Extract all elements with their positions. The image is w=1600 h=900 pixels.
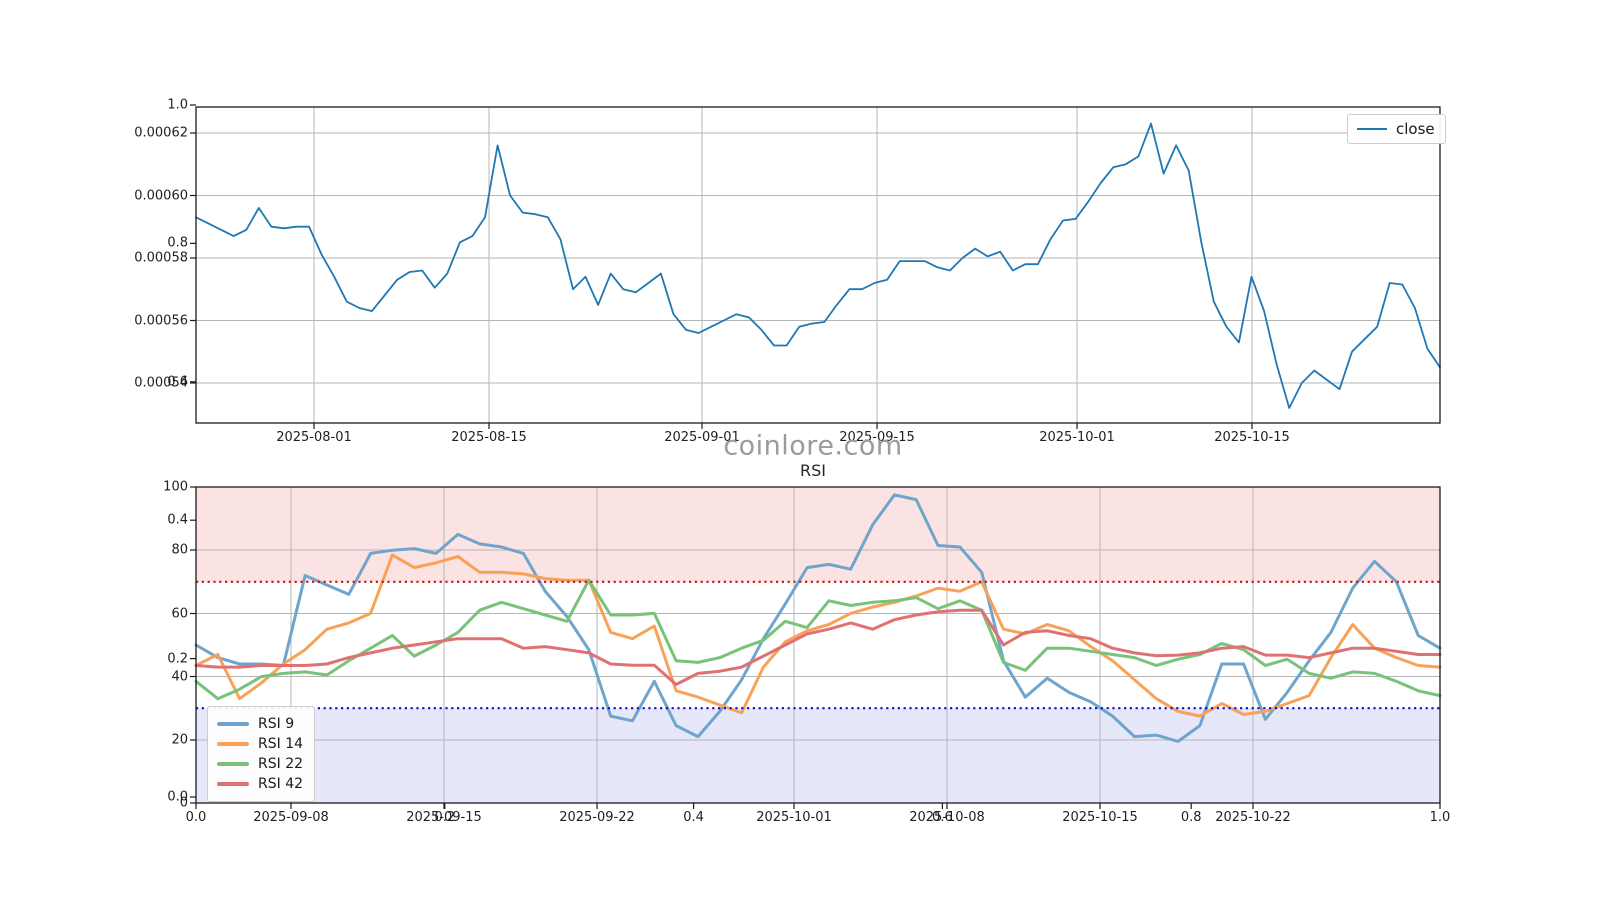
- tick-label: 0.8: [1180, 810, 1202, 825]
- legend-item-rsi-42: RSI 42: [217, 774, 303, 794]
- price-legend: close: [1347, 114, 1446, 144]
- tick-label: 0: [179, 795, 188, 811]
- tick-label: 1.0: [1429, 810, 1451, 825]
- tick-label: 2025-09-22: [559, 810, 635, 825]
- rsi14-line-sample-icon: [217, 742, 249, 746]
- rsi-legend: RSI 9 RSI 14 RSI 22 RSI 42: [207, 706, 316, 802]
- tick-label: 40: [171, 669, 188, 684]
- tick-label: 20: [171, 732, 188, 748]
- legend-item-rsi-9: RSI 9: [217, 714, 303, 734]
- watermark: coinlore.com: [723, 430, 903, 462]
- rsi42-line-sample-icon: [217, 782, 249, 786]
- tick-label: 0.4: [167, 512, 188, 528]
- tick-label: 0.0: [185, 810, 207, 825]
- rsi22-line-sample-icon: [217, 762, 249, 766]
- rsi9-line-sample-icon: [217, 722, 249, 726]
- tick-label: 0.2: [434, 810, 456, 825]
- price-legend-label: close: [1396, 120, 1435, 138]
- tick-label: 0.00060: [134, 188, 188, 203]
- legend-label: RSI 9: [258, 716, 295, 732]
- legend-item-rsi-14: RSI 14: [217, 734, 303, 754]
- tick-label: 0.6: [932, 810, 953, 825]
- legend-label: RSI 14: [258, 736, 304, 752]
- rsi-chart-title: RSI: [800, 461, 826, 480]
- tick-label: 2025-08-01: [276, 430, 352, 445]
- tick-label: 2025-09-08: [253, 810, 329, 825]
- tick-label: 80: [171, 542, 188, 558]
- tick-label: 2025-10-15: [1214, 430, 1290, 445]
- tick-label: 2025-10-01: [1039, 430, 1115, 445]
- tick-label: 2025-10-22: [1215, 810, 1291, 825]
- legend-item-rsi-22: RSI 22: [217, 754, 303, 774]
- tick-label: 0.2: [167, 651, 188, 667]
- tick-label: 0.00062: [134, 125, 188, 141]
- tick-label: 1.0: [167, 97, 188, 113]
- tick-label: 0.6: [167, 374, 188, 390]
- tick-label: 2025-10-15: [1062, 810, 1138, 825]
- tick-label: 2025-08-15: [451, 430, 527, 445]
- tick-label: 0.00058: [134, 250, 188, 266]
- tick-label: 100: [163, 479, 188, 495]
- close-line-sample-icon: [1357, 128, 1387, 130]
- chart-figure: 0.00062 0.00060 0.00058 0.00056 0.00054 1.0 0.…: [0, 0, 1600, 900]
- legend-label: RSI 42: [258, 776, 304, 792]
- tick-label: 60: [171, 606, 188, 621]
- tick-label: 0.00056: [134, 313, 188, 328]
- tick-label: 0.4: [683, 810, 704, 825]
- tick-label: 2025-10-01: [756, 810, 832, 825]
- legend-label: RSI 22: [258, 756, 304, 772]
- tick-label: 0.8: [167, 235, 188, 251]
